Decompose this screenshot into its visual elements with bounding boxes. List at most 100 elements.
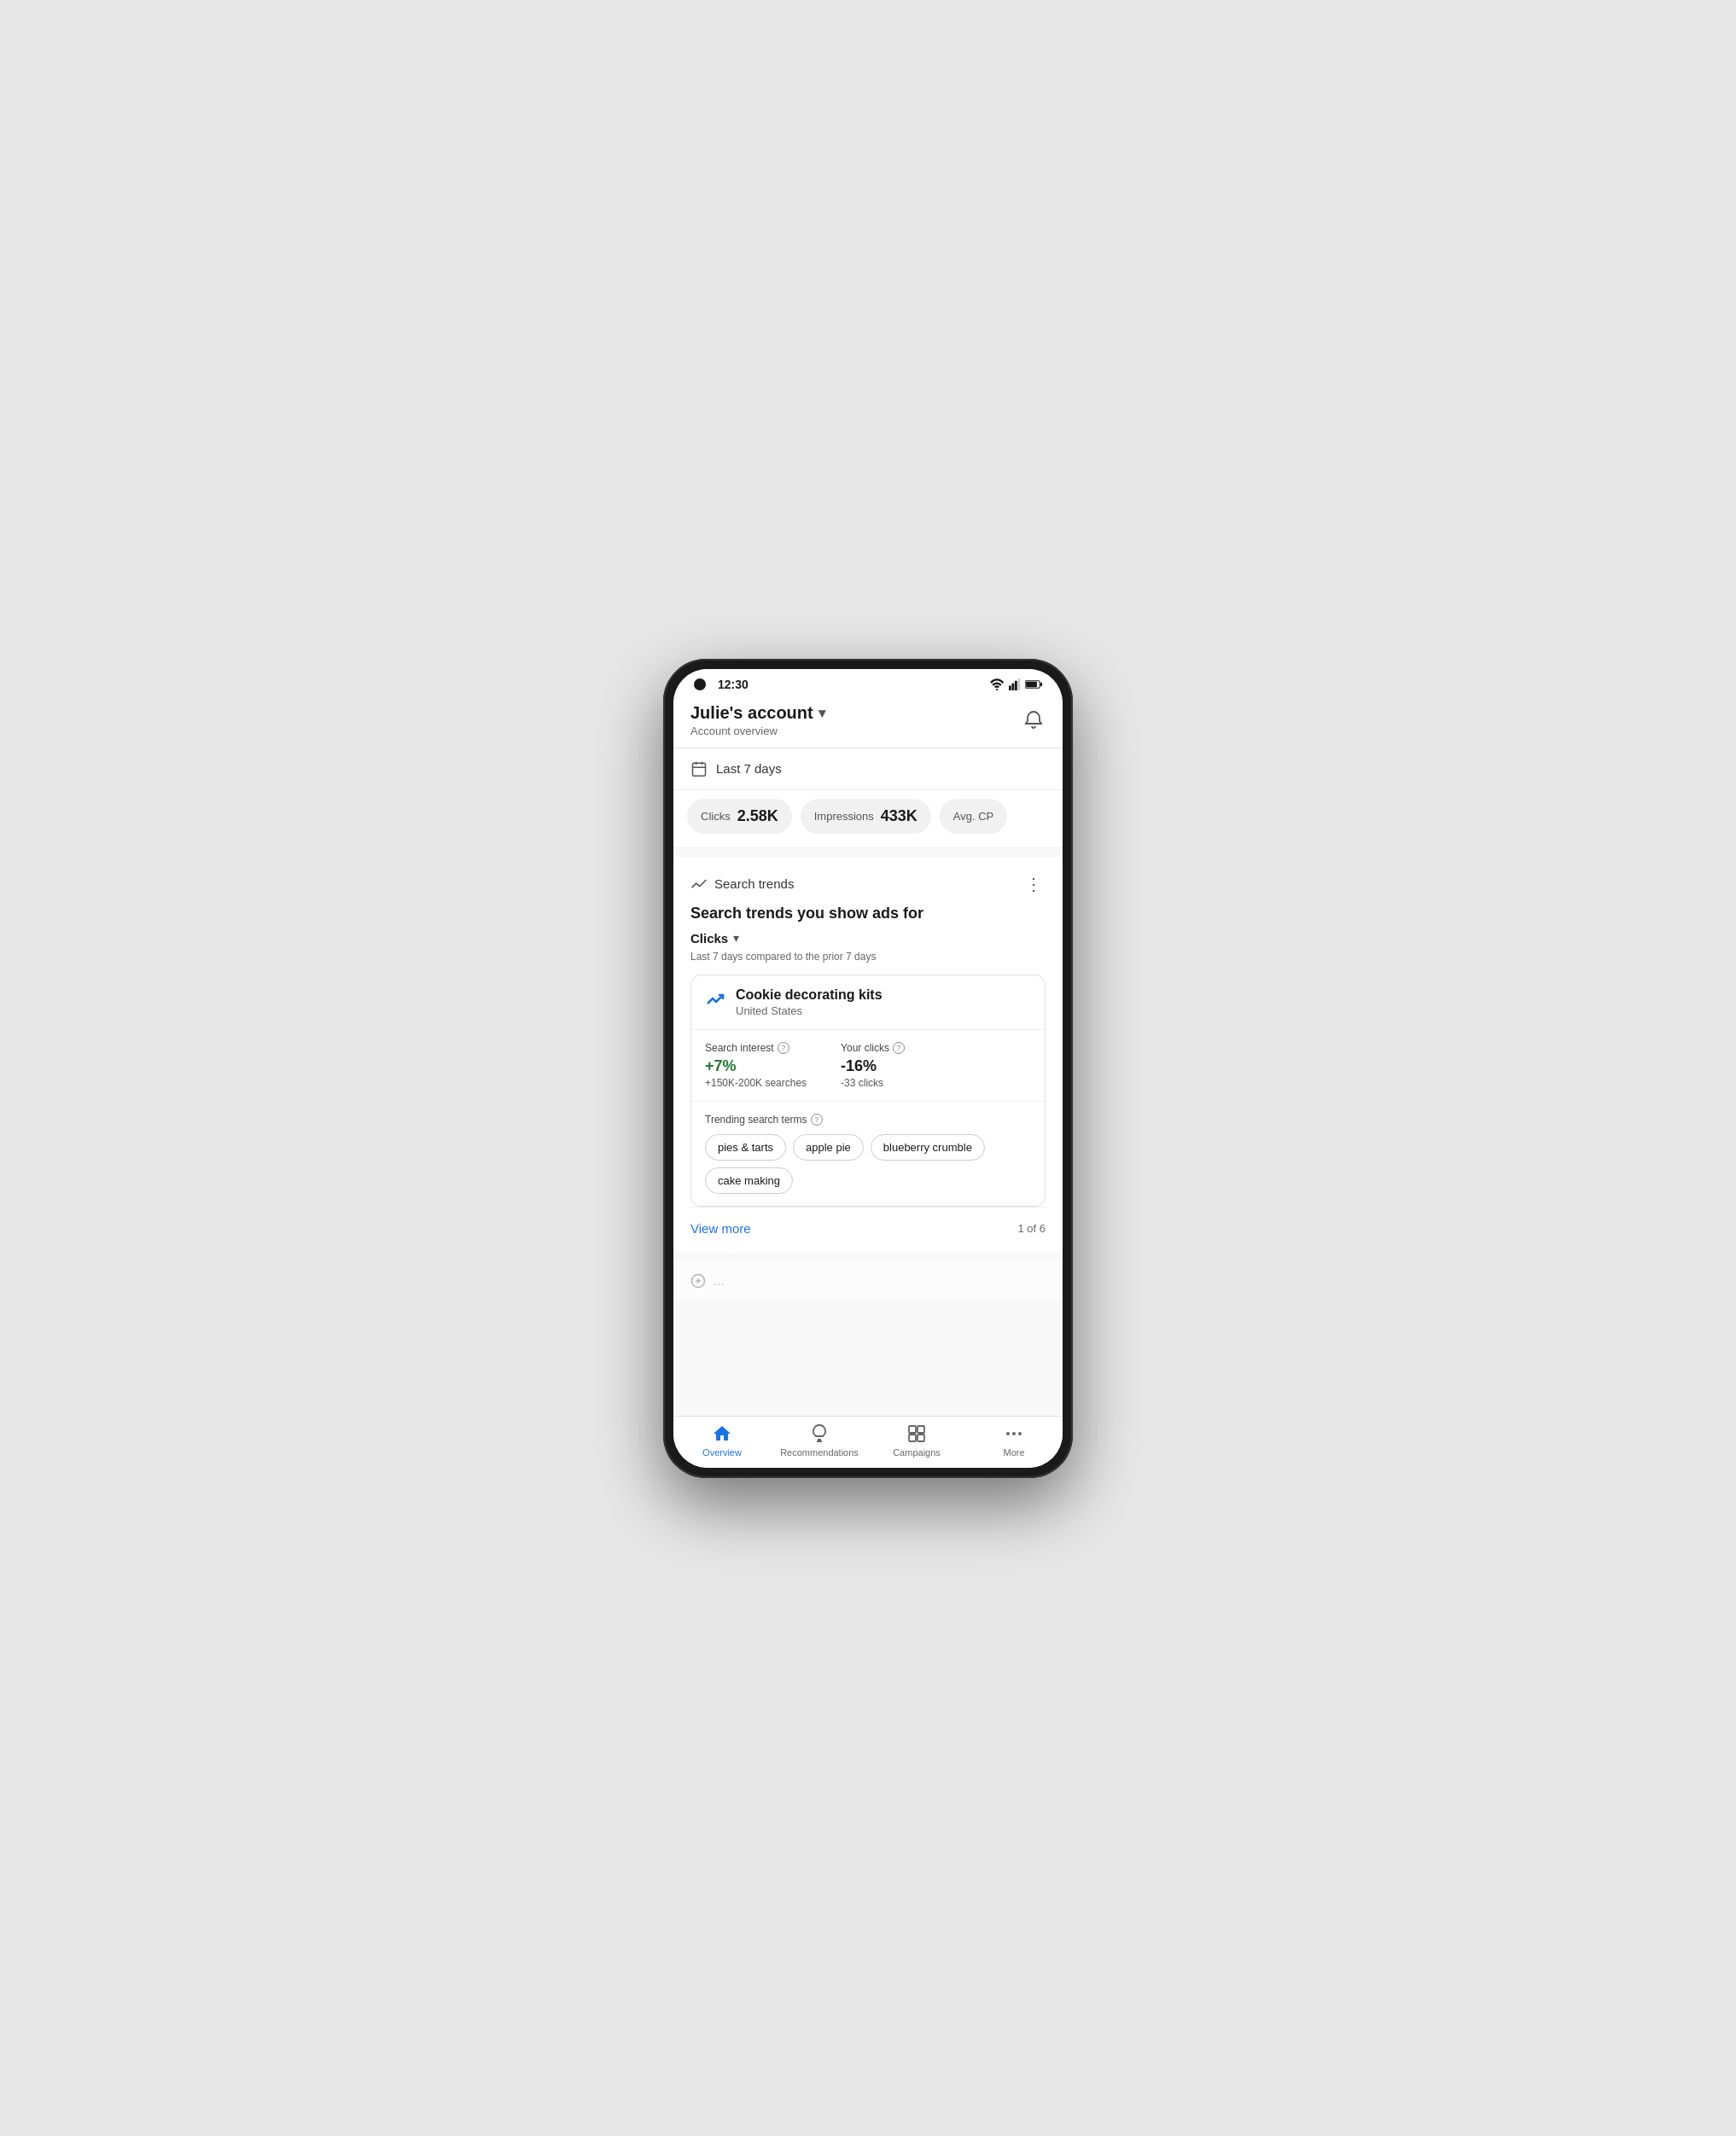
svg-rect-1: [1009, 685, 1011, 690]
card-stats: Search interest ? +7% +150K-200K searche…: [691, 1030, 1045, 1102]
svg-rect-4: [1018, 678, 1021, 690]
svg-rect-17: [909, 1426, 916, 1433]
nav-overview[interactable]: Overview: [673, 1423, 771, 1458]
metric-clicks-label: Clicks: [701, 810, 731, 823]
trend-line-icon: [690, 877, 708, 891]
clicks-filter[interactable]: Clicks ▾: [690, 931, 1046, 946]
card-title-block: Cookie decorating kits United States: [736, 987, 883, 1017]
search-trends-section: Search trends ⋮ Search trends you show a…: [673, 857, 1063, 1253]
card-title: Cookie decorating kits: [736, 987, 883, 1003]
svg-rect-18: [918, 1426, 924, 1433]
your-clicks-stat: Your clicks ? -16% -33 clicks: [841, 1042, 905, 1089]
section-title: Search trends: [714, 876, 794, 891]
lightbulb-icon: [809, 1423, 830, 1444]
metric-impressions-value: 433K: [881, 807, 918, 825]
search-interest-stat: Search interest ? +7% +150K-200K searche…: [705, 1042, 807, 1089]
metric-impressions[interactable]: Impressions 433K: [801, 799, 931, 834]
clicks-filter-chevron: ▾: [733, 931, 739, 945]
section-header: Search trends ⋮: [673, 857, 1063, 905]
card-header: Cookie decorating kits United States: [691, 975, 1045, 1030]
tag-apple-pie[interactable]: apple pie: [793, 1134, 864, 1161]
section-menu-button[interactable]: ⋮: [1022, 870, 1046, 898]
search-interest-label: Search interest ?: [705, 1042, 807, 1054]
notification-bell-button[interactable]: [1022, 708, 1046, 732]
next-section-icon: [690, 1273, 706, 1289]
search-trends-container: Search trends you show ads for Clicks ▾ …: [673, 905, 1063, 1253]
svg-point-23: [1018, 1432, 1022, 1435]
svg-point-22: [1012, 1432, 1016, 1435]
tag-blueberry-crumble[interactable]: blueberry crumble: [871, 1134, 985, 1161]
status-bar: 12:30: [673, 669, 1063, 696]
tag-pies-tarts[interactable]: pies & tarts: [705, 1134, 786, 1161]
card-subtitle: United States: [736, 1004, 883, 1017]
main-content: Last 7 days Clicks 2.58K Impressions 433…: [673, 748, 1063, 1416]
bottom-nav: Overview Recommendations Campaigns: [673, 1416, 1063, 1468]
trending-up-icon: [705, 989, 725, 1010]
svg-rect-6: [1040, 682, 1042, 685]
account-name: Julie's account: [690, 703, 813, 723]
trending-terms-label: Trending search terms ?: [705, 1114, 1031, 1126]
period-text: Last 7 days compared to the prior 7 days: [690, 951, 1046, 963]
next-section-label: …: [713, 1274, 725, 1288]
search-tags: pies & tarts apple pie blueberry crumble…: [705, 1134, 1031, 1194]
view-more-button[interactable]: View more: [690, 1221, 751, 1236]
svg-rect-2: [1012, 683, 1015, 690]
your-clicks-value: -16%: [841, 1057, 905, 1075]
metrics-row: Clicks 2.58K Impressions 433K Avg. CP: [673, 790, 1063, 848]
search-interest-value: +7%: [705, 1057, 807, 1075]
account-title[interactable]: Julie's account ▾: [690, 703, 825, 723]
more-icon: [1004, 1423, 1024, 1444]
svg-point-0: [996, 688, 998, 690]
signal-icon: [1009, 678, 1021, 690]
your-clicks-label: Your clicks ?: [841, 1042, 905, 1054]
svg-rect-3: [1015, 680, 1017, 690]
nav-recommendations-label: Recommendations: [780, 1447, 859, 1458]
battery-icon: [1025, 679, 1042, 690]
search-interest-help[interactable]: ?: [778, 1042, 789, 1054]
phone-screen: 12:30: [673, 669, 1063, 1468]
search-trends-headline: Search trends you show ads for: [690, 905, 1046, 922]
nav-campaigns-label: Campaigns: [893, 1447, 941, 1458]
metric-clicks-value: 2.58K: [737, 807, 778, 825]
camera-notch: [694, 678, 706, 690]
svg-rect-8: [693, 763, 706, 776]
svg-rect-7: [1026, 681, 1037, 686]
card-trending-terms: Trending search terms ? pies & tarts app…: [691, 1102, 1045, 1206]
your-clicks-sub: -33 clicks: [841, 1077, 905, 1089]
campaigns-icon: [906, 1423, 927, 1444]
nav-campaigns[interactable]: Campaigns: [868, 1423, 965, 1458]
header-left: Julie's account ▾ Account overview: [690, 703, 825, 737]
next-section-peek: …: [673, 1261, 1063, 1301]
clicks-filter-label: Clicks: [690, 931, 728, 946]
metric-avg-cp[interactable]: Avg. CP: [940, 799, 1007, 834]
pagination-text: 1 of 6: [1017, 1222, 1046, 1235]
svg-rect-19: [909, 1435, 916, 1441]
svg-point-21: [1006, 1432, 1010, 1435]
status-time: 12:30: [718, 678, 749, 691]
metric-avgcp-label: Avg. CP: [953, 810, 993, 823]
nav-overview-label: Overview: [702, 1447, 742, 1458]
wifi-icon: [989, 678, 1005, 690]
home-icon: [712, 1423, 732, 1444]
svg-rect-20: [918, 1435, 924, 1441]
calendar-icon: [690, 760, 708, 777]
phone-frame: 12:30: [663, 659, 1073, 1478]
date-range-label: Last 7 days: [716, 761, 782, 776]
nav-recommendations[interactable]: Recommendations: [771, 1423, 868, 1458]
trend-card: Cookie decorating kits United States Sea…: [690, 975, 1046, 1207]
status-icons: [989, 678, 1042, 690]
account-dropdown-chevron[interactable]: ▾: [818, 705, 825, 721]
trending-terms-help[interactable]: ?: [811, 1114, 823, 1126]
search-interest-sub: +150K-200K searches: [705, 1077, 807, 1089]
bell-icon: [1023, 710, 1044, 730]
section-title-row: Search trends: [690, 876, 794, 891]
tag-cake-making[interactable]: cake making: [705, 1167, 793, 1194]
date-filter-row[interactable]: Last 7 days: [673, 748, 1063, 790]
view-more-row: View more 1 of 6: [690, 1207, 1046, 1239]
account-subtitle: Account overview: [690, 725, 825, 737]
your-clicks-help[interactable]: ?: [893, 1042, 905, 1054]
metric-clicks[interactable]: Clicks 2.58K: [687, 799, 792, 834]
metric-impressions-label: Impressions: [814, 810, 874, 823]
header: Julie's account ▾ Account overview: [673, 696, 1063, 748]
nav-more[interactable]: More: [965, 1423, 1063, 1458]
